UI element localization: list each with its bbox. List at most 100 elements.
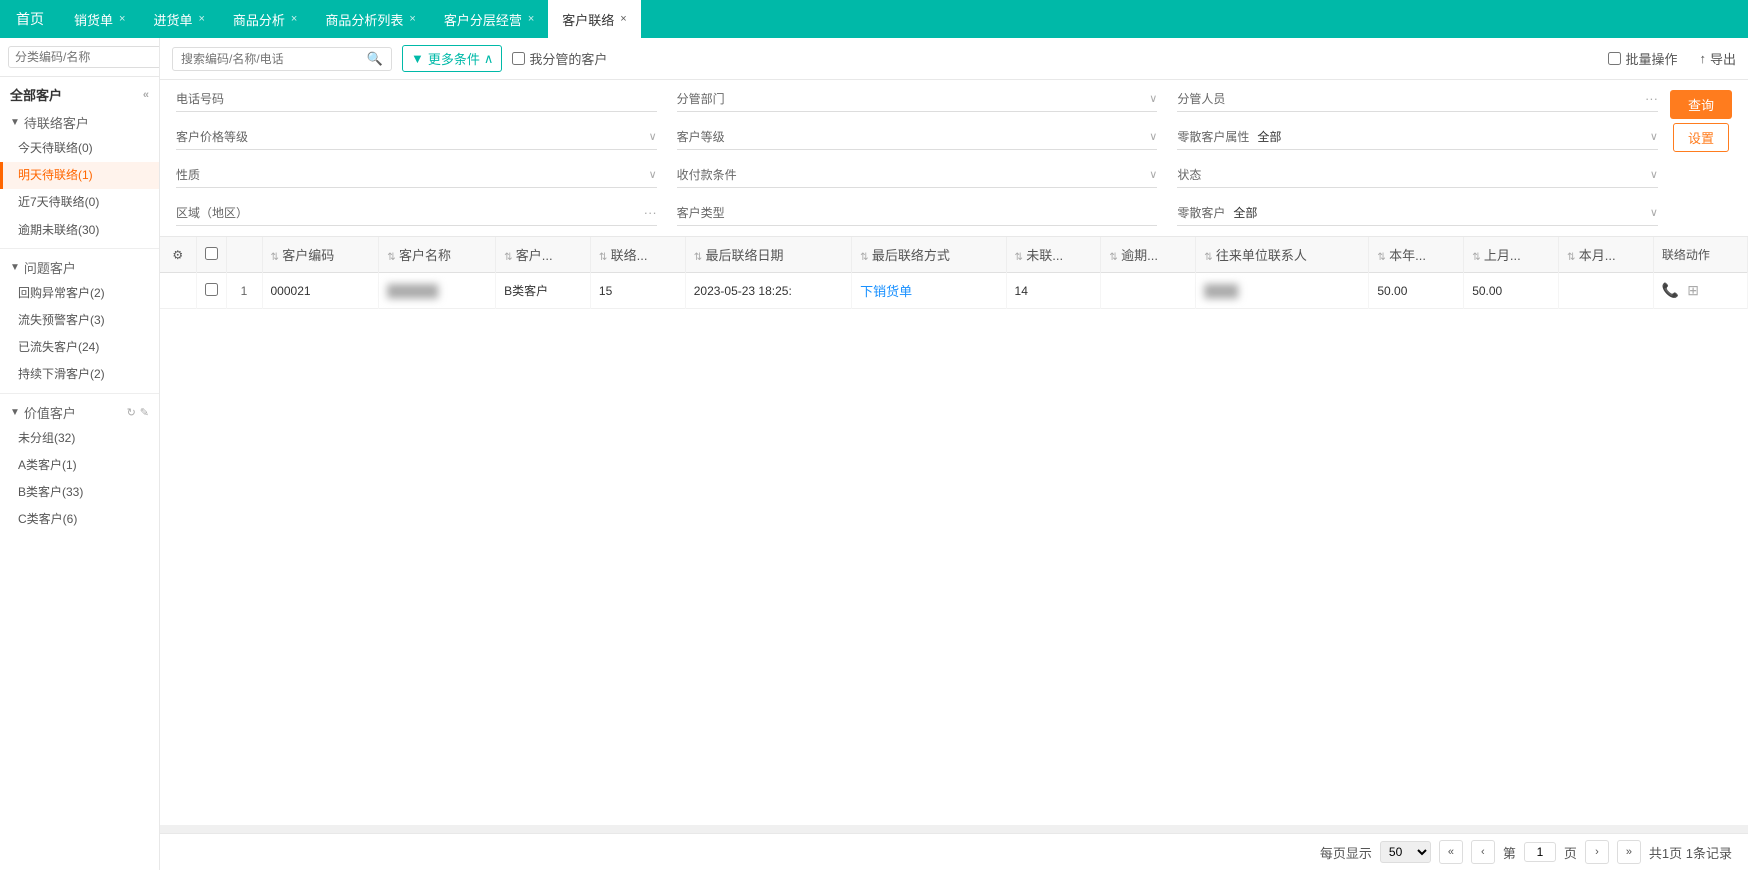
sidebar-item-abnormal[interactable]: 回购异常客户(2) <box>0 280 159 307</box>
retail-attr-value: 全部 <box>1257 128 1650 145</box>
table-container: ⚙ ⇅ 客户编码 ⇅ 客户名称 ⇅ 客户... <box>160 237 1748 825</box>
close-tab-analysis[interactable]: × <box>291 13 297 25</box>
price-chevron[interactable]: ∨ <box>649 130 657 143</box>
sidebar-item-overdue[interactable]: 逾期未联络(30) <box>0 217 159 244</box>
sidebar-item-warning[interactable]: 流失预警客户(3) <box>0 307 159 334</box>
td-gear <box>160 273 196 309</box>
td-no-contact: 14 <box>1006 273 1101 309</box>
sort-icon-name: ⇅ <box>387 252 395 263</box>
dept-chevron[interactable]: ∨ <box>1149 92 1157 105</box>
problem-customers-group[interactable]: ▼ 问题客户 <box>0 253 159 280</box>
filter-cell-gender: 性质 ∨ <box>176 166 657 188</box>
sidebar-item-class-c[interactable]: C类客户(6) <box>0 506 159 533</box>
main-search-icon[interactable]: 🔍 <box>367 51 383 67</box>
nav-tab-customer-segment[interactable]: 客户分层经营 × <box>430 0 548 38</box>
close-tab-analysis-list[interactable]: × <box>409 13 415 25</box>
td-last-date: 2023-05-23 18:25: <box>685 273 851 309</box>
sort-icon-date: ⇅ <box>694 252 702 263</box>
sidebar-item-declining[interactable]: 持续下滑客户(2) <box>0 361 159 388</box>
more-filters-btn[interactable]: ▼ 更多条件 ∧ <box>402 45 502 72</box>
gender-chevron[interactable]: ∨ <box>649 168 657 181</box>
sidebar-item-ungrouped[interactable]: 未分组(32) <box>0 425 159 452</box>
td-action: 📞 ⊞ <box>1653 273 1747 309</box>
close-tab-customer-segment[interactable]: × <box>528 13 534 25</box>
main-search-input[interactable] <box>181 52 367 66</box>
first-page-btn[interactable]: « <box>1439 840 1463 864</box>
customer-name-blurred: ██████ <box>387 284 438 298</box>
retail-attr-chevron[interactable]: ∨ <box>1650 130 1658 143</box>
th-last-contact-date: ⇅ 最后联络日期 <box>685 237 851 273</box>
table-row: 1 000021 ██████ B类客户 15 2023-05-23 18:25… <box>160 273 1748 309</box>
nav-home[interactable]: 首页 <box>0 0 60 38</box>
region-label: 区域（地区） <box>176 204 248 221</box>
arrow-pending: ▼ <box>10 117 20 128</box>
close-tab-sales[interactable]: × <box>119 13 125 25</box>
nav-tab-purchase[interactable]: 进货单 × <box>139 0 218 38</box>
total-records-label: 共1页 1条记录 <box>1649 843 1732 862</box>
th-action: 联络动作 <box>1653 237 1747 273</box>
query-button[interactable]: 查询 <box>1670 90 1732 119</box>
export-btn[interactable]: ↑ 导出 <box>1699 49 1736 68</box>
th-this-month: ⇅ 本月... <box>1559 237 1654 273</box>
nav-tab-sales[interactable]: 销货单 × <box>60 0 139 38</box>
th-no-contact: ⇅ 未联... <box>1006 237 1101 273</box>
all-customers-title: 全部客户 « <box>0 77 159 108</box>
my-customers-check[interactable] <box>512 52 525 65</box>
status-chevron[interactable]: ∨ <box>1650 168 1658 181</box>
th-check[interactable] <box>196 237 226 273</box>
per-page-label: 每页显示 <box>1320 843 1372 862</box>
th-name: ⇅ 客户名称 <box>379 237 496 273</box>
batch-operations-btn[interactable]: 批量操作 <box>1608 49 1677 68</box>
nav-tab-analysis-list[interactable]: 商品分析列表 × <box>311 0 429 38</box>
td-this-month <box>1559 273 1654 309</box>
last-page-btn[interactable]: » <box>1617 840 1641 864</box>
filter-row-3: 性质 ∨ 收付款条件 ∨ 状态 ∨ <box>176 166 1658 188</box>
sidebar-item-class-b[interactable]: B类客户(33) <box>0 479 159 506</box>
page-label: 第 <box>1503 843 1516 862</box>
value-customers-group[interactable]: ▼ 价值客户 ↻ ✎ <box>0 398 159 425</box>
filter-cell-dept: 分管部门 ∨ <box>677 90 1158 112</box>
nav-tab-customer-contact[interactable]: 客户联络 × <box>548 0 640 38</box>
next-page-btn[interactable]: › <box>1585 840 1609 864</box>
page-number-input[interactable] <box>1524 842 1556 862</box>
region-dots[interactable]: ··· <box>644 205 657 220</box>
last-contact-way-link[interactable]: 下销货单 <box>860 284 912 299</box>
collapse-sidebar-icon[interactable]: « <box>143 89 149 101</box>
select-all-check[interactable] <box>205 247 218 260</box>
close-tab-customer-contact[interactable]: × <box>620 13 626 25</box>
pending-contact-group[interactable]: ▼ 待联络客户 <box>0 108 159 135</box>
price-label: 客户价格等级 <box>176 128 248 145</box>
batch-check[interactable] <box>1608 52 1621 65</box>
filter-row-1: 电话号码 分管部门 ∨ 分管人员 ··· <box>176 90 1658 112</box>
sidebar-item-tomorrow[interactable]: 明天待联络(1) <box>0 162 159 189</box>
manager-dots[interactable]: ··· <box>1645 91 1658 106</box>
sidebar-item-class-a[interactable]: A类客户(1) <box>0 452 159 479</box>
refresh-icon[interactable]: ↻ <box>127 406 136 419</box>
search-bar: 🔍 ▼ 更多条件 ∧ 我分管的客户 批量操作 ↑ 导出 <box>160 38 1748 80</box>
filter-cell-region: 区域（地区） ··· <box>176 204 657 226</box>
sidebar-item-today[interactable]: 今天待联络(0) <box>0 135 159 162</box>
phone-action-icon[interactable]: 📞 <box>1662 282 1679 299</box>
grid-action-icon[interactable]: ⊞ <box>1687 282 1699 299</box>
row-check[interactable] <box>205 283 218 296</box>
th-gear[interactable]: ⚙ <box>160 237 196 273</box>
sidebar-item-7days[interactable]: 近7天待联络(0) <box>0 189 159 216</box>
my-customers-checkbox[interactable]: 我分管的客户 <box>512 49 607 68</box>
export-icon: ↑ <box>1699 51 1706 66</box>
status-label: 状态 <box>1177 166 1201 183</box>
sidebar-item-lost[interactable]: 已流失客户(24) <box>0 334 159 361</box>
td-check[interactable] <box>196 273 226 309</box>
td-unit-contact: ████ <box>1196 273 1369 309</box>
settings-button[interactable]: 设置 <box>1673 123 1729 152</box>
per-page-select[interactable]: 50 100 200 <box>1380 841 1431 863</box>
nav-tab-analysis[interactable]: 商品分析 × <box>219 0 311 38</box>
retail-customer-chevron[interactable]: ∨ <box>1650 206 1658 219</box>
sidebar-search-input[interactable] <box>8 46 160 68</box>
td-this-year: 50.00 <box>1369 273 1464 309</box>
edit-icon[interactable]: ✎ <box>140 406 149 419</box>
payment-chevron[interactable]: ∨ <box>1149 168 1157 181</box>
horizontal-scrollbar[interactable] <box>160 825 1748 833</box>
prev-page-btn[interactable]: ‹ <box>1471 840 1495 864</box>
close-tab-purchase[interactable]: × <box>198 13 204 25</box>
clevel-chevron[interactable]: ∨ <box>1149 130 1157 143</box>
